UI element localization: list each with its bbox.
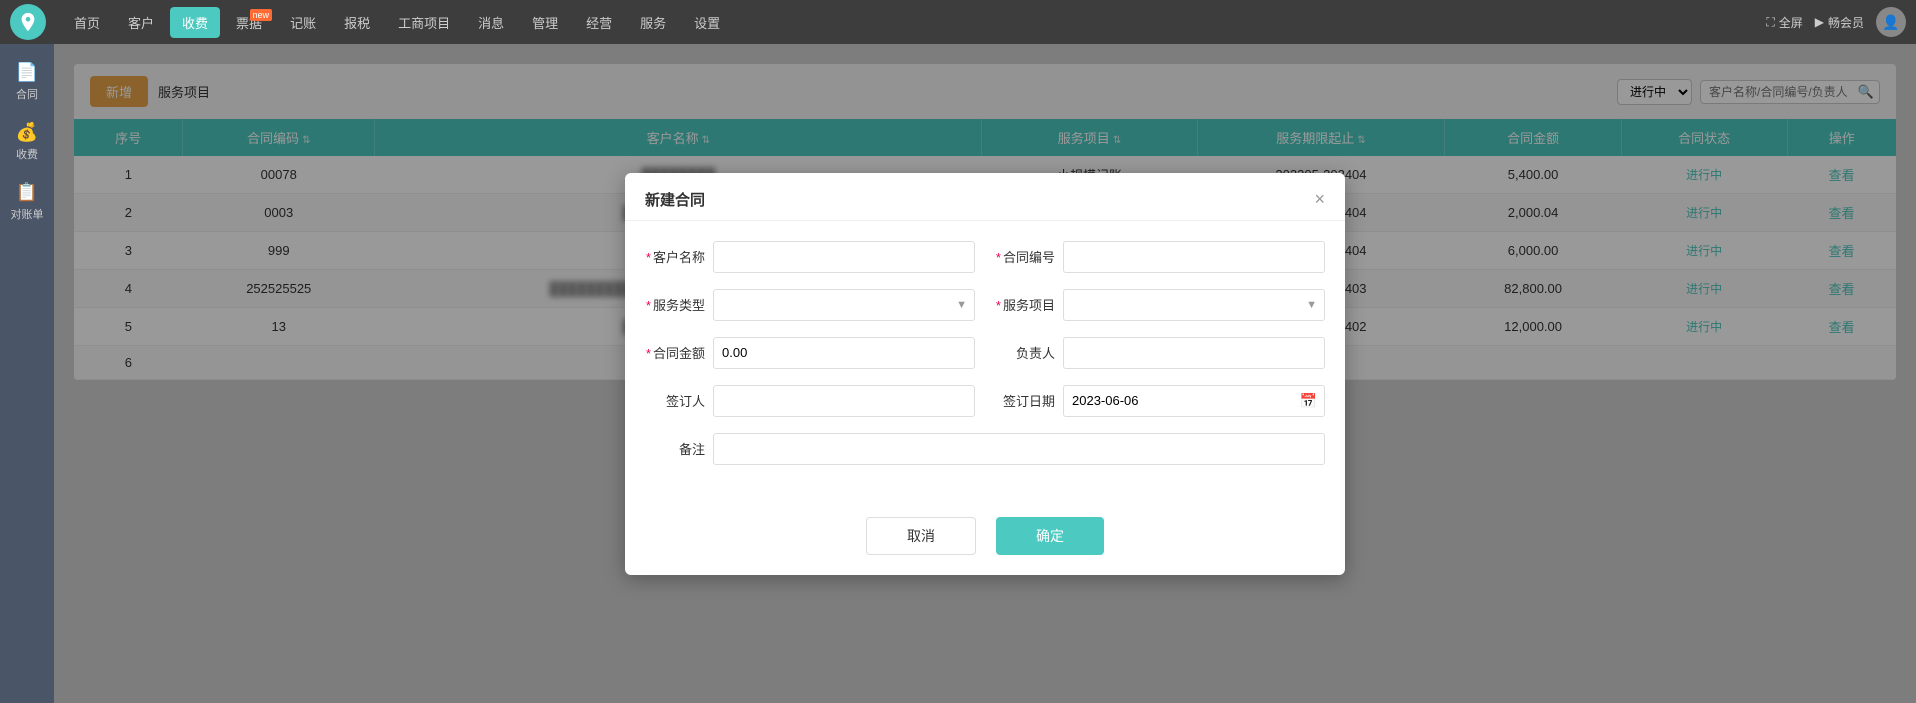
sidebar-label-statement: 对账单	[11, 206, 44, 222]
input-contract-no[interactable]	[1063, 241, 1325, 273]
form-row-5: 备注	[645, 433, 1325, 465]
modal-overlay[interactable]: 新建合同 × 客户名称 合同编号	[54, 44, 1916, 703]
input-remark[interactable]	[713, 433, 1325, 465]
nav-item-business[interactable]: 经营	[574, 7, 624, 38]
form-field-contract-no: 合同编号	[995, 241, 1325, 273]
sidebar-label-fee: 收费	[16, 146, 38, 162]
input-signer[interactable]	[713, 385, 975, 417]
input-customer-name[interactable]	[713, 241, 975, 273]
top-nav-right: ⛶ 全屏 ▶ 畅会员 👤	[1766, 7, 1906, 37]
input-person-in-charge[interactable]	[1063, 337, 1325, 369]
main-layout: 📄 合同 💰 收费 📋 对账单 新增 服务项目 进行中 已完成 已终止	[0, 44, 1916, 703]
input-sign-date[interactable]	[1063, 385, 1325, 417]
form-row-1: 客户名称 合同编号	[645, 241, 1325, 273]
modal-close-button[interactable]: ×	[1314, 189, 1325, 210]
form-field-remark: 备注	[645, 433, 1325, 465]
member-button[interactable]: ▶ 畅会员	[1815, 14, 1864, 31]
contract-icon: 📄	[16, 62, 38, 83]
modal-title: 新建合同	[645, 189, 705, 210]
label-person-in-charge: 负责人	[995, 343, 1055, 362]
nav-item-message[interactable]: 消息	[466, 7, 516, 38]
form-field-service-type: 服务类型 ▼	[645, 289, 975, 321]
nav-item-service[interactable]: 服务	[628, 7, 678, 38]
fee-icon: 💰	[16, 122, 38, 143]
form-field-sign-date: 签订日期 📅	[995, 385, 1325, 417]
label-contract-amount: 合同金额	[645, 343, 705, 362]
fullscreen-icon: ⛶	[1766, 15, 1774, 30]
form-row-4: 签订人 签订日期 📅	[645, 385, 1325, 417]
modal-header: 新建合同 ×	[625, 173, 1345, 221]
nav-items: 首页 客户 收费 票据 new 记账 报税 工商项目 消息 管理 经营 服务 设…	[62, 7, 1766, 38]
service-item-select-wrap: ▼	[1063, 289, 1325, 321]
nav-item-customer[interactable]: 客户	[116, 7, 166, 38]
sidebar: 📄 合同 💰 收费 📋 对账单	[0, 44, 54, 703]
top-nav: 首页 客户 收费 票据 new 记账 报税 工商项目 消息 管理 经营 服务 设…	[0, 0, 1916, 44]
label-contract-no: 合同编号	[995, 247, 1055, 266]
label-remark: 备注	[645, 439, 705, 458]
form-row-2: 服务类型 ▼ 服务项目	[645, 289, 1325, 321]
content-area: 新增 服务项目 进行中 已完成 已终止 🔍	[54, 44, 1916, 703]
new-badge: new	[250, 9, 273, 21]
modal-create-contract: 新建合同 × 客户名称 合同编号	[625, 173, 1345, 575]
form-field-person-in-charge: 负责人	[995, 337, 1325, 369]
fullscreen-button[interactable]: ⛶ 全屏	[1766, 14, 1802, 31]
service-type-select-wrap: ▼	[713, 289, 975, 321]
form-row-3: 合同金额 负责人	[645, 337, 1325, 369]
modal-body: 客户名称 合同编号 服务类型	[625, 221, 1345, 501]
form-field-service-item: 服务项目 ▼	[995, 289, 1325, 321]
label-signer: 签订人	[645, 391, 705, 410]
nav-item-accounting[interactable]: 记账	[278, 7, 328, 38]
label-service-item: 服务项目	[995, 295, 1055, 314]
sidebar-item-contract[interactable]: 📄 合同	[2, 54, 52, 110]
modal-footer: 取消 确定	[625, 501, 1345, 575]
select-service-item[interactable]	[1063, 289, 1325, 321]
form-field-customer: 客户名称	[645, 241, 975, 273]
play-icon: ▶	[1815, 15, 1824, 29]
sidebar-label-contract: 合同	[16, 86, 38, 102]
nav-item-industry[interactable]: 工商项目	[386, 7, 462, 38]
label-customer-name: 客户名称	[645, 247, 705, 266]
label-sign-date: 签订日期	[995, 391, 1055, 410]
form-field-amount: 合同金额	[645, 337, 975, 369]
sidebar-item-fee[interactable]: 💰 收费	[2, 114, 52, 170]
statement-icon: 📋	[16, 182, 38, 203]
nav-item-invoice[interactable]: 票据 new	[224, 7, 274, 38]
sidebar-item-statement[interactable]: 📋 对账单	[2, 174, 52, 230]
nav-item-manage[interactable]: 管理	[520, 7, 570, 38]
nav-item-fee[interactable]: 收费	[170, 7, 220, 38]
sign-date-wrap: 📅	[1063, 385, 1325, 417]
label-service-type: 服务类型	[645, 295, 705, 314]
avatar[interactable]: 👤	[1876, 7, 1906, 37]
confirm-button[interactable]: 确定	[996, 517, 1104, 555]
form-field-signer: 签订人	[645, 385, 975, 417]
nav-item-tax[interactable]: 报税	[332, 7, 382, 38]
logo	[10, 4, 46, 40]
select-service-type[interactable]	[713, 289, 975, 321]
nav-item-home[interactable]: 首页	[62, 7, 112, 38]
cancel-button[interactable]: 取消	[866, 517, 976, 555]
input-contract-amount[interactable]	[713, 337, 975, 369]
nav-item-settings[interactable]: 设置	[682, 7, 732, 38]
